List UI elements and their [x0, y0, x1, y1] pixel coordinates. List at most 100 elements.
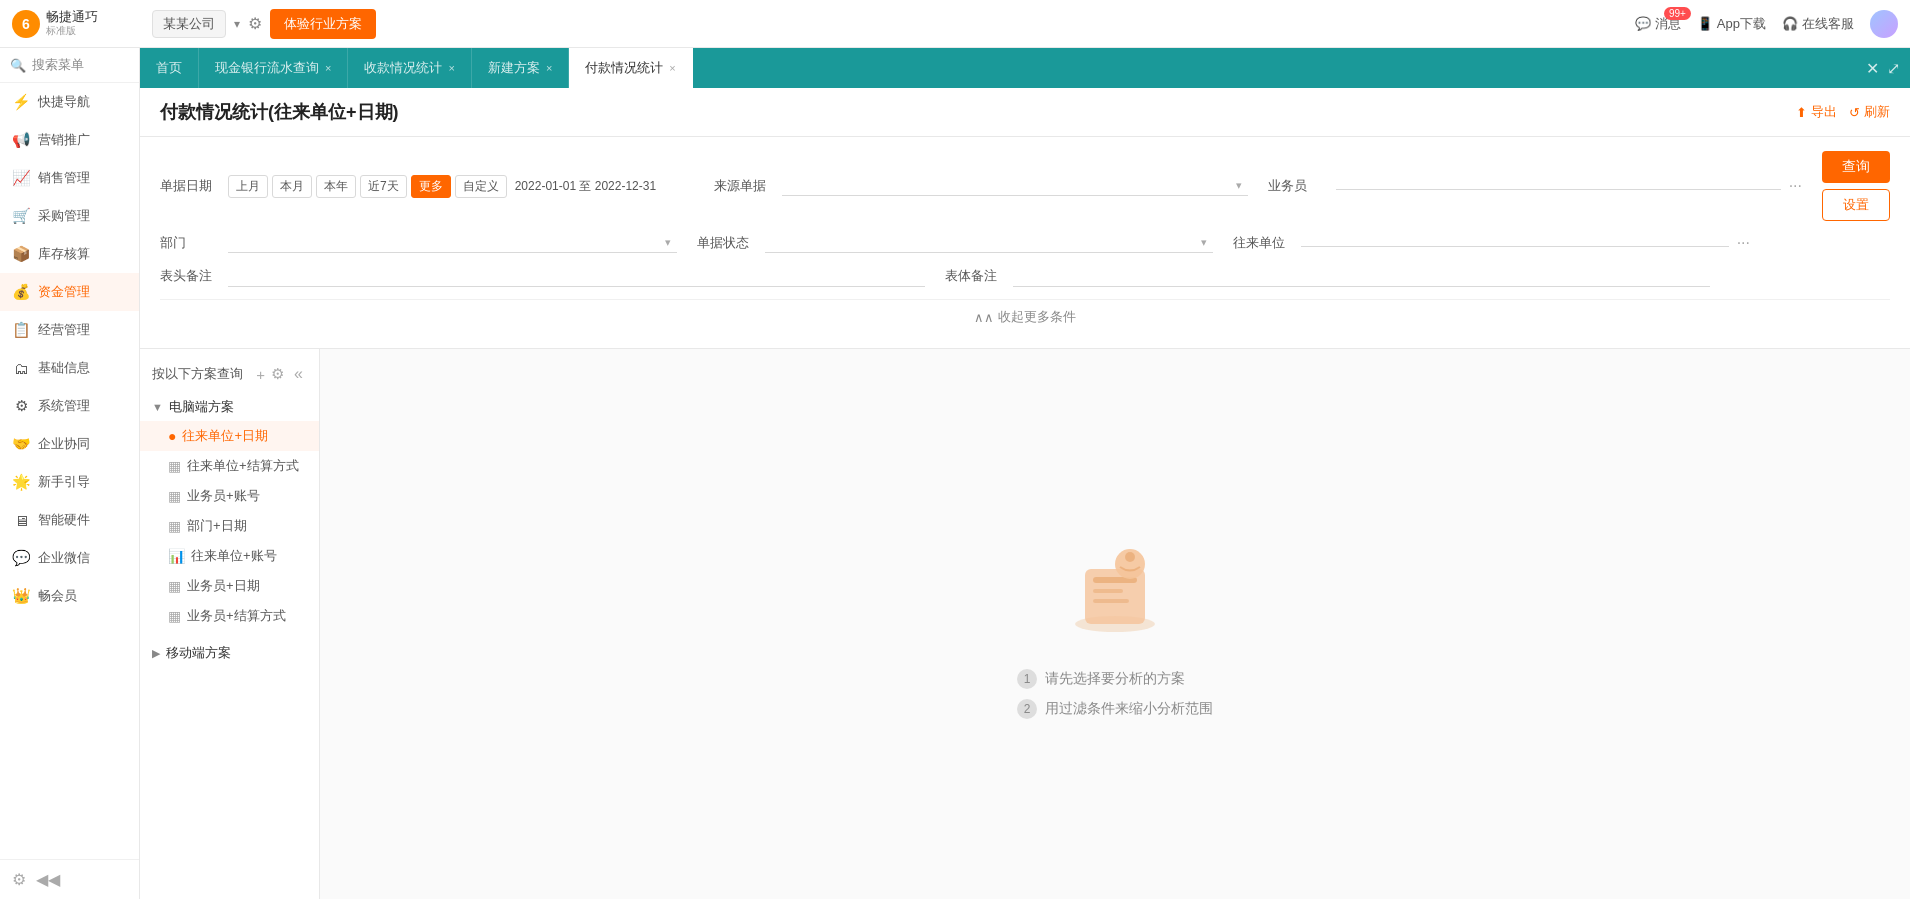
- sidebar-search[interactable]: 🔍 搜索菜单: [0, 48, 139, 83]
- scheme-item-3[interactable]: ▦ 部门+日期: [140, 511, 319, 541]
- trial-button[interactable]: 体验行业方案: [270, 9, 376, 39]
- tab-payment-close[interactable]: ×: [669, 62, 675, 74]
- filter-status-select[interactable]: ▾: [765, 233, 1214, 253]
- sidebar-item-finance[interactable]: 💰 资金管理: [0, 273, 139, 311]
- filter-row-3: 表头备注 表体备注: [160, 265, 1890, 287]
- svg-point-6: [1125, 552, 1135, 562]
- scheme-group-pc-header[interactable]: ▼ 电脑端方案: [140, 393, 319, 421]
- scheme-item-6[interactable]: ▦ 业务员+结算方式: [140, 601, 319, 631]
- export-icon: ⬆: [1796, 105, 1807, 120]
- scheme-item-0[interactable]: ● 往来单位+日期: [140, 421, 319, 451]
- date-btn-7days[interactable]: 近7天: [360, 175, 407, 198]
- scheme-item-5[interactable]: ▦ 业务员+日期: [140, 571, 319, 601]
- scheme-group-mobile-header[interactable]: ▶ 移动端方案: [140, 639, 319, 667]
- tab-receipt-close[interactable]: ×: [448, 62, 454, 74]
- company-dropdown-icon[interactable]: ▾: [234, 17, 240, 31]
- filter-date: 单据日期 上月 本月 本年 近7天 更多 自定义 2022-01-01 至 20…: [160, 175, 694, 198]
- gear-bottom-icon[interactable]: ⚙: [12, 870, 26, 889]
- scheme-item-1[interactable]: ▦ 往来单位+结算方式: [140, 451, 319, 481]
- tab-payment[interactable]: 付款情况统计 ×: [569, 48, 692, 88]
- top-right: 💬 消息 99+ 📱 App下载 🎧 在线客服: [1635, 10, 1898, 38]
- date-btn-last-month[interactable]: 上月: [228, 175, 268, 198]
- filter-dept-label: 部门: [160, 234, 220, 252]
- sidebar: 🔍 搜索菜单 ⚡ 快捷导航 📢 营销推广 📈 销售管理 🛒 采购管理 📦 库存核…: [0, 48, 140, 899]
- tab-bar: 首页 现金银行流水查询 × 收款情况统计 × 新建方案 × 付款情况统计 × ✕…: [140, 48, 1910, 88]
- empty-hint-1: 1 请先选择要分析的方案: [1017, 669, 1213, 689]
- scheme-item-1-icon: ▦: [168, 458, 181, 474]
- sidebar-item-marketing[interactable]: 📢 营销推广: [0, 121, 139, 159]
- scheme-item-4[interactable]: 📊 往来单位+账号: [140, 541, 319, 571]
- date-btn-this-month[interactable]: 本月: [272, 175, 312, 198]
- filter-salesman-select[interactable]: [1336, 183, 1781, 190]
- inventory-icon: 📦: [12, 245, 30, 263]
- filter-body-note-input[interactable]: [1013, 265, 1710, 287]
- salesman-dots[interactable]: ···: [1789, 177, 1802, 195]
- tab-cash-flow[interactable]: 现金银行流水查询 ×: [199, 48, 348, 88]
- sidebar-item-quick-nav[interactable]: ⚡ 快捷导航: [0, 83, 139, 121]
- tab-cash-flow-close[interactable]: ×: [325, 62, 331, 74]
- sidebar-item-system[interactable]: ⚙ 系统管理: [0, 387, 139, 425]
- collapse-up-icon: ∧∧: [974, 310, 994, 325]
- phone-icon: 📱: [1697, 16, 1713, 31]
- top-middle: 某某公司 ▾ ⚙ 体验行业方案: [152, 9, 1635, 39]
- tab-home[interactable]: 首页: [140, 48, 199, 88]
- sidebar-item-purchase[interactable]: 🛒 采购管理: [0, 197, 139, 235]
- scheme-item-2-icon: ▦: [168, 488, 181, 504]
- tab-new-scheme-close[interactable]: ×: [546, 62, 552, 74]
- scheme-add-icon[interactable]: +: [256, 366, 265, 383]
- collapse-sidebar-icon[interactable]: ◀◀: [36, 870, 60, 889]
- filter-header-note-input[interactable]: [228, 265, 925, 287]
- filter-source-select[interactable]: ▾: [782, 176, 1248, 196]
- sidebar-item-inventory[interactable]: 📦 库存核算: [0, 235, 139, 273]
- scheme-item-0-icon: ●: [168, 428, 176, 444]
- sidebar-item-guide[interactable]: 🌟 新手引导: [0, 463, 139, 501]
- top-bar: 6 畅捷通巧 标准版 某某公司 ▾ ⚙ 体验行业方案 💬 消息 99+ 📱 Ap…: [0, 0, 1910, 48]
- online-service-item[interactable]: 🎧 在线客服: [1782, 15, 1854, 33]
- filter-partner: 往来单位 ···: [1233, 234, 1750, 252]
- marketing-icon: 📢: [12, 131, 30, 149]
- pc-group-arrow-icon: ▼: [152, 401, 163, 413]
- result-area: 1 请先选择要分析的方案 2 用过滤条件来缩小分析范围: [320, 349, 1910, 899]
- filter-row-1: 单据日期 上月 本月 本年 近7天 更多 自定义 2022-01-01 至 20…: [160, 151, 1890, 221]
- sidebar-item-hardware[interactable]: 🖥 智能硬件: [0, 501, 139, 539]
- sidebar-item-sales[interactable]: 📈 销售管理: [0, 159, 139, 197]
- date-btn-more[interactable]: 更多: [411, 175, 451, 198]
- scheme-setting-icon[interactable]: ⚙: [271, 365, 284, 383]
- app-download-item[interactable]: 📱 App下载: [1697, 15, 1766, 33]
- sidebar-item-wechat[interactable]: 💬 企业微信: [0, 539, 139, 577]
- empty-hint-2: 2 用过滤条件来缩小分析范围: [1017, 699, 1213, 719]
- scheme-panel: 按以下方案查询 + ⚙ « ▼ 电脑端方案: [140, 349, 320, 899]
- refresh-button[interactable]: ↺ 刷新: [1849, 103, 1890, 121]
- scheme-item-2[interactable]: ▦ 业务员+账号: [140, 481, 319, 511]
- company-selector[interactable]: 某某公司: [152, 10, 226, 38]
- guide-icon: 🌟: [12, 473, 30, 491]
- tab-receipt[interactable]: 收款情况统计 ×: [348, 48, 471, 88]
- filter-voucher-status: 单据状态 ▾: [697, 233, 1214, 253]
- date-btn-this-year[interactable]: 本年: [316, 175, 356, 198]
- scheme-item-4-icon: 📊: [168, 548, 185, 564]
- settings-icon[interactable]: ⚙: [248, 14, 262, 33]
- filter-header-note-label: 表头备注: [160, 267, 220, 285]
- filter-partner-select[interactable]: [1301, 240, 1728, 247]
- tab-expand-icon[interactable]: ⤢: [1887, 59, 1900, 78]
- search-icon: 🔍: [10, 58, 26, 73]
- body-area: 按以下方案查询 + ⚙ « ▼ 电脑端方案: [140, 349, 1910, 899]
- sidebar-item-cooperation[interactable]: 🤝 企业协同: [0, 425, 139, 463]
- user-avatar[interactable]: [1870, 10, 1898, 38]
- tab-new-scheme[interactable]: 新建方案 ×: [472, 48, 569, 88]
- partner-dots[interactable]: ···: [1737, 234, 1750, 252]
- scheme-item-3-icon: ▦: [168, 518, 181, 534]
- tab-close-all-icon[interactable]: ✕: [1866, 59, 1879, 78]
- notification-item[interactable]: 💬 消息 99+: [1635, 15, 1681, 33]
- export-button[interactable]: ⬆ 导出: [1796, 103, 1837, 121]
- setting-button[interactable]: 设置: [1822, 189, 1890, 221]
- sidebar-item-basic-info[interactable]: 🗂 基础信息: [0, 349, 139, 387]
- sidebar-item-member[interactable]: 👑 畅会员: [0, 577, 139, 615]
- collapse-filter-button[interactable]: ∧∧ 收起更多条件: [160, 299, 1890, 334]
- date-btn-custom[interactable]: 自定义: [455, 175, 507, 198]
- filter-dept-select[interactable]: ▾: [228, 233, 677, 253]
- filter-source-label: 来源单据: [714, 177, 774, 195]
- sidebar-item-operations[interactable]: 📋 经营管理: [0, 311, 139, 349]
- scheme-collapse-icon[interactable]: «: [290, 365, 307, 383]
- query-button[interactable]: 查询: [1822, 151, 1890, 183]
